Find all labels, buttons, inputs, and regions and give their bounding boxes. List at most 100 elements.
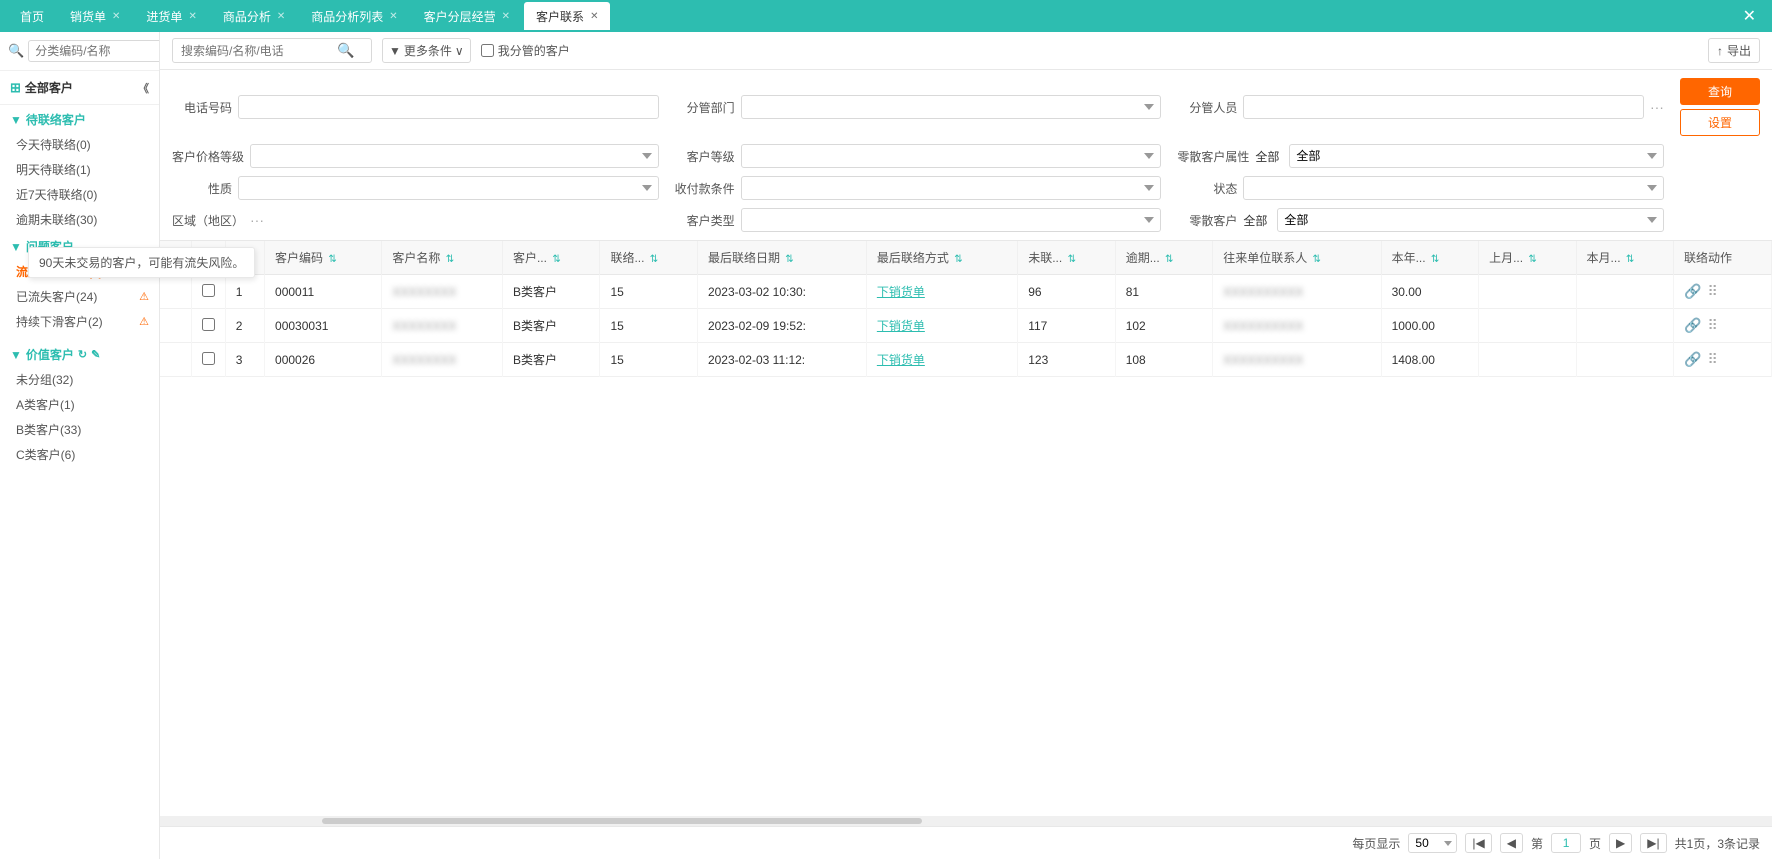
status-select[interactable] [1243,176,1664,200]
customer-level-select[interactable] [741,144,1162,168]
customer-level-filter: 客户等级 [675,144,1162,168]
td-uncontacted: 117 [1018,309,1115,343]
close-goods-analysis-icon[interactable]: ✕ [277,11,285,22]
sort-contact-icon[interactable]: ⇅ [650,254,658,265]
nav-tab-customer-tier[interactable]: 客户分层经营 ✕ [412,2,522,30]
more-actions-icon[interactable]: ⠿ [1707,283,1717,300]
last-way-link[interactable]: 下销货单 [877,353,925,367]
close-all-button[interactable]: ✕ [1735,6,1764,26]
td-last-way: 下销货单 [866,275,1017,309]
dept-select[interactable] [741,95,1162,119]
manager-dots[interactable]: ··· [1650,99,1664,115]
sidebar-search-input[interactable] [28,40,160,62]
sidebar-item-b-class[interactable]: B类客户(33) [0,417,159,442]
per-page-select[interactable]: 50 100 [1408,833,1457,853]
sidebar-section-value[interactable]: ▼ 价值客户 ↻ ✎ [0,342,159,367]
page-input[interactable] [1551,833,1581,853]
search-submit-icon[interactable]: 🔍 [337,42,354,59]
close-sales-icon[interactable]: ✕ [112,11,120,22]
scrollbar-thumb[interactable] [322,818,922,824]
close-customer-contact-icon[interactable]: ✕ [590,11,598,22]
sidebar-item-7days[interactable]: 近7天待联络(0) [0,182,159,207]
close-customer-tier-icon[interactable]: ✕ [502,11,510,22]
prev-page-btn[interactable]: ◀ [1500,833,1523,853]
td-code: 000026 [265,343,382,377]
table-header-row: ⚙ # 客户编码 ⇅ 客户名称 ⇅ 客户... ⇅ 联络... ⇅ 最后联络日期… [160,241,1772,275]
sidebar-section-pending[interactable]: ▼ 待联络客户 [0,105,159,132]
close-goods-list-icon[interactable]: ✕ [389,11,397,22]
edit-icon[interactable]: ✎ [91,348,100,361]
nature-select[interactable] [238,176,659,200]
nav-tab-goods-list[interactable]: 商品分析列表 ✕ [299,2,409,30]
sort-uncontacted-icon[interactable]: ⇅ [1068,254,1076,265]
sidebar-item-tomorrow[interactable]: 明天待联络(1) [0,157,159,182]
nav-tab-purchase[interactable]: 进货单 ✕ [134,2,208,30]
td-settings [160,275,191,309]
query-button[interactable]: 查询 [1680,78,1760,105]
sort-thismonth-icon[interactable]: ⇅ [1626,254,1634,265]
col-this-year: 本年... ⇅ [1381,241,1478,275]
my-customers-checkbox[interactable]: 我分管的客户 [481,42,570,59]
td-last-date: 2023-02-09 19:52: [697,309,866,343]
collapse-icon[interactable]: 《 [138,80,149,96]
sort-thisyear-icon[interactable]: ⇅ [1431,254,1439,265]
sort-person-icon[interactable]: ⇅ [1313,254,1321,265]
my-customers-check[interactable] [481,44,494,57]
sort-lastway-icon[interactable]: ⇅ [954,254,962,265]
td-settings [160,309,191,343]
nav-tab-goods-analysis[interactable]: 商品分析 ✕ [211,2,297,30]
nav-tab-home[interactable]: 首页 [8,2,56,30]
nav-tab-sales[interactable]: 销货单 ✕ [58,2,132,30]
sidebar-item-overdue[interactable]: 逾期未联络(30) [0,207,159,232]
export-button[interactable]: ↑ 导出 [1708,38,1760,63]
search-input[interactable] [181,44,331,58]
sidebar-item-c-class[interactable]: C类客户(6) [0,442,159,467]
sparse-customer-select[interactable]: 全部 [1277,208,1664,232]
contact-link-icon[interactable]: 🔗 [1684,283,1701,300]
sort-lastmonth-icon[interactable]: ⇅ [1528,254,1536,265]
first-page-btn[interactable]: |◀ [1465,833,1491,853]
sort-type-icon[interactable]: ⇅ [552,254,560,265]
payment-select[interactable] [741,176,1162,200]
nav-tab-customer-contact[interactable]: 客户联系 ✕ [524,2,610,30]
contact-link-icon[interactable]: 🔗 [1684,351,1701,368]
more-conditions-btn[interactable]: ▼ 更多条件 ∨ [382,38,471,63]
sort-code-icon[interactable]: ⇅ [328,254,336,265]
sort-lastdate-icon[interactable]: ⇅ [785,254,793,265]
nature-filter: 性质 [172,176,659,200]
sort-overdue-icon[interactable]: ⇅ [1165,254,1173,265]
last-page-btn[interactable]: ▶| [1640,833,1666,853]
col-name: 客户名称 ⇅ [382,241,503,275]
contact-link-icon[interactable]: 🔗 [1684,317,1701,334]
sidebar-item-churned[interactable]: 已流失客户(24) ⚠ [0,284,159,309]
td-checkbox [191,343,225,377]
price-tier-label: 客户价格等级 [172,148,244,165]
horizontal-scrollbar[interactable] [160,816,1772,826]
adv-row-4: 区域（地区） ··· 客户类型 零散客户 全部 全部 [172,208,1760,232]
manager-input[interactable] [1243,95,1644,119]
settings-button[interactable]: 设置 [1680,109,1760,136]
phone-input[interactable] [238,95,659,119]
region-dots[interactable]: ··· [250,212,264,228]
row-checkbox[interactable] [202,318,215,331]
price-tier-select[interactable] [250,144,659,168]
more-actions-icon[interactable]: ⠿ [1707,317,1717,334]
sidebar-item-today[interactable]: 今天待联络(0) [0,132,159,157]
sidebar-item-ungroup[interactable]: 未分组(32) [0,367,159,392]
more-actions-icon[interactable]: ⠿ [1707,351,1717,368]
sort-name-icon[interactable]: ⇅ [446,254,454,265]
last-way-link[interactable]: 下销货单 [877,319,925,333]
sidebar-all-customers[interactable]: ⊞ 全部客户 《 [0,71,159,105]
customer-type-select[interactable] [741,208,1162,232]
td-contact-count: 15 [600,275,697,309]
refresh-icon[interactable]: ↻ [78,348,87,361]
row-checkbox[interactable] [202,352,215,365]
sidebar-item-declining[interactable]: 持续下滑客户(2) ⚠ [0,309,159,334]
sidebar-item-a-class[interactable]: A类客户(1) [0,392,159,417]
next-page-btn[interactable]: ▶ [1609,833,1632,853]
status-label: 状态 [1177,180,1237,197]
last-way-link[interactable]: 下销货单 [877,285,925,299]
sparse-attr-select[interactable]: 全部 [1289,144,1664,168]
close-purchase-icon[interactable]: ✕ [188,11,196,22]
row-checkbox[interactable] [202,284,215,297]
